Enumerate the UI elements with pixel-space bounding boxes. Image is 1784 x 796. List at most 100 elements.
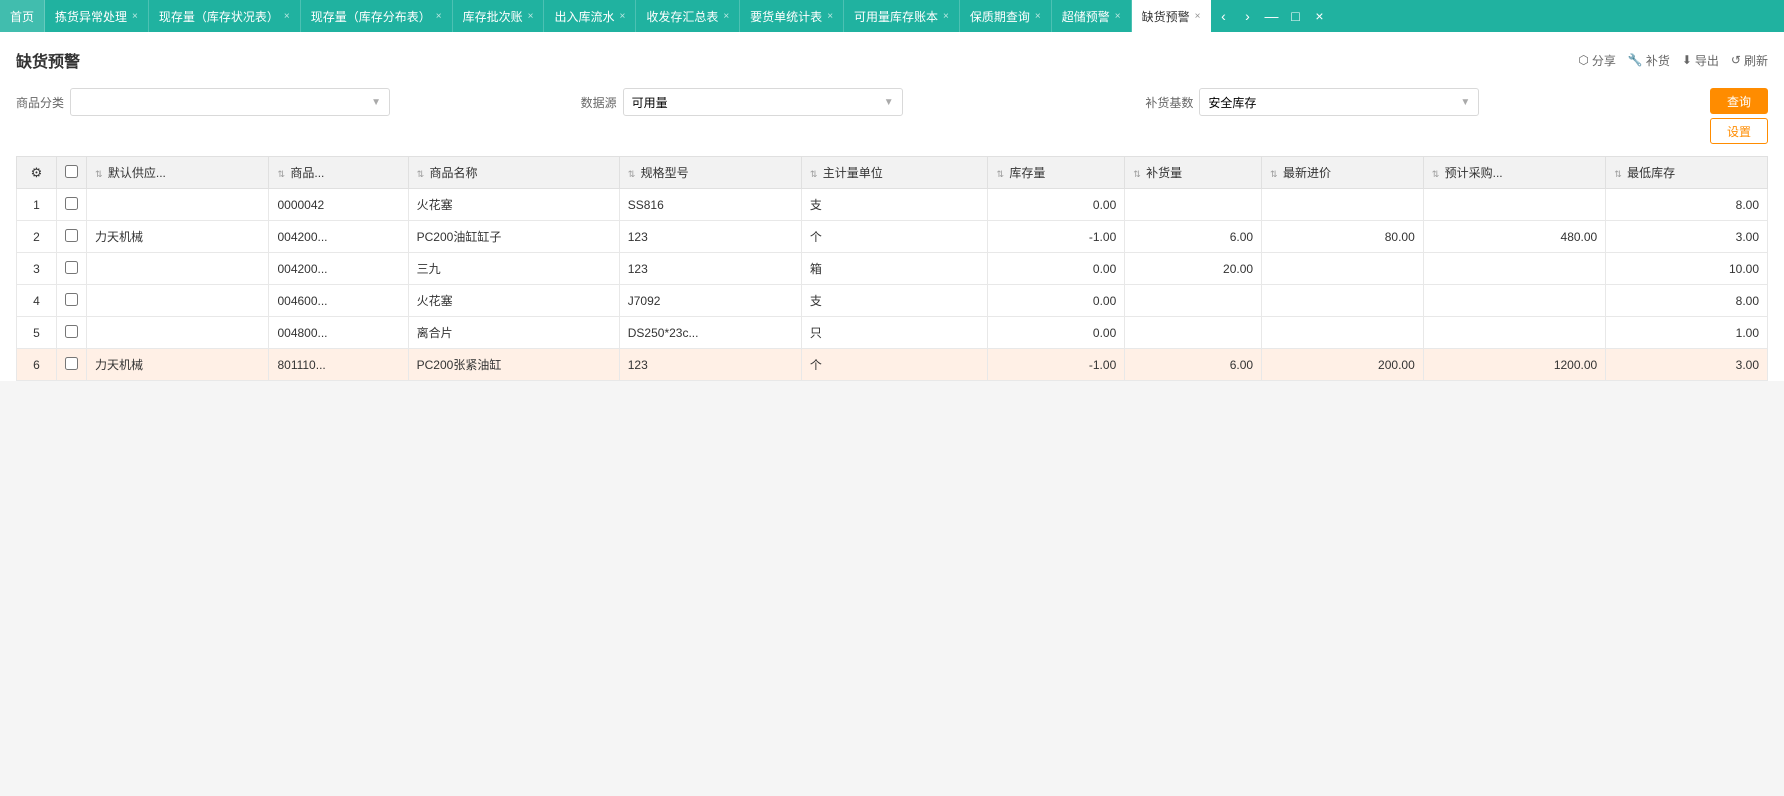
col-header-stock-qty[interactable]: ⇅ 库存量 <box>988 157 1125 189</box>
tab-close-order-stat[interactable]: × <box>827 11 833 22</box>
refresh-icon: ↺ <box>1731 53 1741 67</box>
replenish-base-filter-group: 补货基数 安全库存 ▼ <box>1145 88 1694 116</box>
tab-shortage-alert[interactable]: 缺货预警 × <box>1132 0 1212 32</box>
tab-available-ledger[interactable]: 可用量库存账本 × <box>844 0 960 32</box>
tab-in-out-flow[interactable]: 出入库流水 × <box>544 0 636 32</box>
tab-inventory-dist[interactable]: 现存量（库存分布表） × <box>301 0 453 32</box>
row-replenish-qty-2: 6.00 <box>1125 221 1262 253</box>
tab-close-overstock-alert[interactable]: × <box>1115 11 1121 22</box>
tab-prev-btn[interactable]: ‹ <box>1211 0 1235 32</box>
category-filter-group: 商品分类 ▼ <box>16 88 565 116</box>
row-product-name-4: 火花塞 <box>408 285 619 317</box>
sort-icon-min-stock: ⇅ <box>1614 169 1622 179</box>
tab-next-btn[interactable]: › <box>1235 0 1259 32</box>
datasource-value: 可用量 <box>632 94 668 111</box>
row-product-name-2: PC200油缸缸子 <box>408 221 619 253</box>
row-stock-qty-1: 0.00 <box>988 189 1125 221</box>
row-min-stock-1: 8.00 <box>1606 189 1768 221</box>
row-checkbox-1[interactable] <box>57 189 87 221</box>
settings-button[interactable]: 设置 <box>1710 118 1768 144</box>
row-checkbox-6[interactable] <box>57 349 87 381</box>
row-product-name-6: PC200张紧油缸 <box>408 349 619 381</box>
tab-close-collect-summary[interactable]: × <box>723 11 729 22</box>
col-header-product-code[interactable]: ⇅ 商品... <box>269 157 408 189</box>
select-all-checkbox[interactable] <box>65 165 78 178</box>
col-header-settings[interactable]: ⚙ <box>17 157 57 189</box>
col-header-spec[interactable]: ⇅ 规格型号 <box>619 157 801 189</box>
tab-close-in-out-flow[interactable]: × <box>619 11 625 22</box>
row-replenish-qty-1 <box>1125 189 1262 221</box>
row-spec-2: 123 <box>619 221 801 253</box>
tab-close-expiry-query[interactable]: × <box>1035 11 1041 22</box>
tab-abnormal[interactable]: 拣货异常处理 × <box>45 0 149 32</box>
col-header-unit[interactable]: ⇅ 主计量单位 <box>801 157 988 189</box>
tab-expiry-query[interactable]: 保质期查询 × <box>960 0 1052 32</box>
row-unit-4: 支 <box>801 285 988 317</box>
share-action[interactable]: ⬡ 分享 <box>1578 52 1616 69</box>
export-action[interactable]: ⬇ 导出 <box>1682 52 1719 69</box>
tab-overstock-alert[interactable]: 超储预警 × <box>1052 0 1132 32</box>
row-product-code-5: 004800... <box>269 317 408 349</box>
sort-icon-unit: ⇅ <box>810 169 818 179</box>
row-min-stock-3: 10.00 <box>1606 253 1768 285</box>
row-unit-3: 箱 <box>801 253 988 285</box>
row-number-2: 2 <box>17 221 57 253</box>
category-select[interactable]: ▼ <box>70 88 390 116</box>
row-number-1: 1 <box>17 189 57 221</box>
tab-close-abnormal[interactable]: × <box>132 11 138 22</box>
row-stock-qty-4: 0.00 <box>988 285 1125 317</box>
tab-collect-summary[interactable]: 收发存汇总表 × <box>636 0 740 32</box>
tab-close-available-ledger[interactable]: × <box>943 11 949 22</box>
replenish-base-select[interactable]: 安全库存 ▼ <box>1199 88 1479 116</box>
tab-close-inventory-dist[interactable]: × <box>436 11 442 22</box>
tab-maximize-btn[interactable]: □ <box>1283 0 1307 32</box>
row-latest-price-6: 200.00 <box>1262 349 1424 381</box>
table-row: 1 0000042 火花塞 SS816 支 0.00 8.00 <box>17 189 1768 221</box>
row-number-5: 5 <box>17 317 57 349</box>
table-row: 5 004800... 离合片 DS250*23c... 只 0.00 1.00 <box>17 317 1768 349</box>
datasource-select[interactable]: 可用量 ▼ <box>623 88 903 116</box>
table-row: 2 力天机械 004200... PC200油缸缸子 123 个 -1.00 6… <box>17 221 1768 253</box>
row-unit-2: 个 <box>801 221 988 253</box>
col-header-checkbox[interactable] <box>57 157 87 189</box>
row-estimated-purchase-2: 480.00 <box>1423 221 1605 253</box>
row-spec-4: J7092 <box>619 285 801 317</box>
row-latest-price-5 <box>1262 317 1424 349</box>
row-replenish-qty-4 <box>1125 285 1262 317</box>
sort-icon-stock: ⇅ <box>996 169 1004 179</box>
row-checkbox-5[interactable] <box>57 317 87 349</box>
col-header-min-stock[interactable]: ⇅ 最低库存 <box>1606 157 1768 189</box>
page-header: 缺货预警 ⬡ 分享 🔧 补货 ⬇ 导出 ↺ 刷新 <box>16 48 1768 72</box>
tab-closeall-btn[interactable]: × <box>1307 0 1331 32</box>
tab-batch-account[interactable]: 库存批次账 × <box>453 0 545 32</box>
tab-close-shortage-alert[interactable]: × <box>1195 11 1201 22</box>
query-button[interactable]: 查询 <box>1710 88 1768 114</box>
tab-inventory-status[interactable]: 现存量（库存状况表） × <box>149 0 301 32</box>
replenish-action[interactable]: 🔧 补货 <box>1628 52 1670 69</box>
col-header-latest-price[interactable]: ⇅ 最新进价 <box>1262 157 1424 189</box>
tab-home[interactable]: 首页 <box>0 0 45 32</box>
table-row: 6 力天机械 801110... PC200张紧油缸 123 个 -1.00 6… <box>17 349 1768 381</box>
row-estimated-purchase-1 <box>1423 189 1605 221</box>
tab-order-stat[interactable]: 要货单统计表 × <box>740 0 844 32</box>
row-number-4: 4 <box>17 285 57 317</box>
sort-icon-estimated: ⇅ <box>1432 169 1440 179</box>
tab-close-batch-account[interactable]: × <box>528 11 534 22</box>
col-header-estimated-purchase[interactable]: ⇅ 预计采购... <box>1423 157 1605 189</box>
row-product-name-3: 三九 <box>408 253 619 285</box>
col-header-replenish-qty[interactable]: ⇅ 补货量 <box>1125 157 1262 189</box>
row-spec-5: DS250*23c... <box>619 317 801 349</box>
col-header-product-name[interactable]: ⇅ 商品名称 <box>408 157 619 189</box>
refresh-action[interactable]: ↺ 刷新 <box>1731 52 1768 69</box>
row-supplier-2: 力天机械 <box>87 221 269 253</box>
col-header-default-supplier[interactable]: ⇅ 默认供应... <box>87 157 269 189</box>
tab-minimize-btn[interactable]: — <box>1259 0 1283 32</box>
share-icon: ⬡ <box>1578 53 1588 67</box>
page-title: 缺货预警 <box>16 48 80 72</box>
row-checkbox-2[interactable] <box>57 221 87 253</box>
column-settings-icon[interactable]: ⚙ <box>31 165 43 180</box>
tab-close-inventory-status[interactable]: × <box>284 11 290 22</box>
row-checkbox-4[interactable] <box>57 285 87 317</box>
row-checkbox-3[interactable] <box>57 253 87 285</box>
row-product-code-2: 004200... <box>269 221 408 253</box>
